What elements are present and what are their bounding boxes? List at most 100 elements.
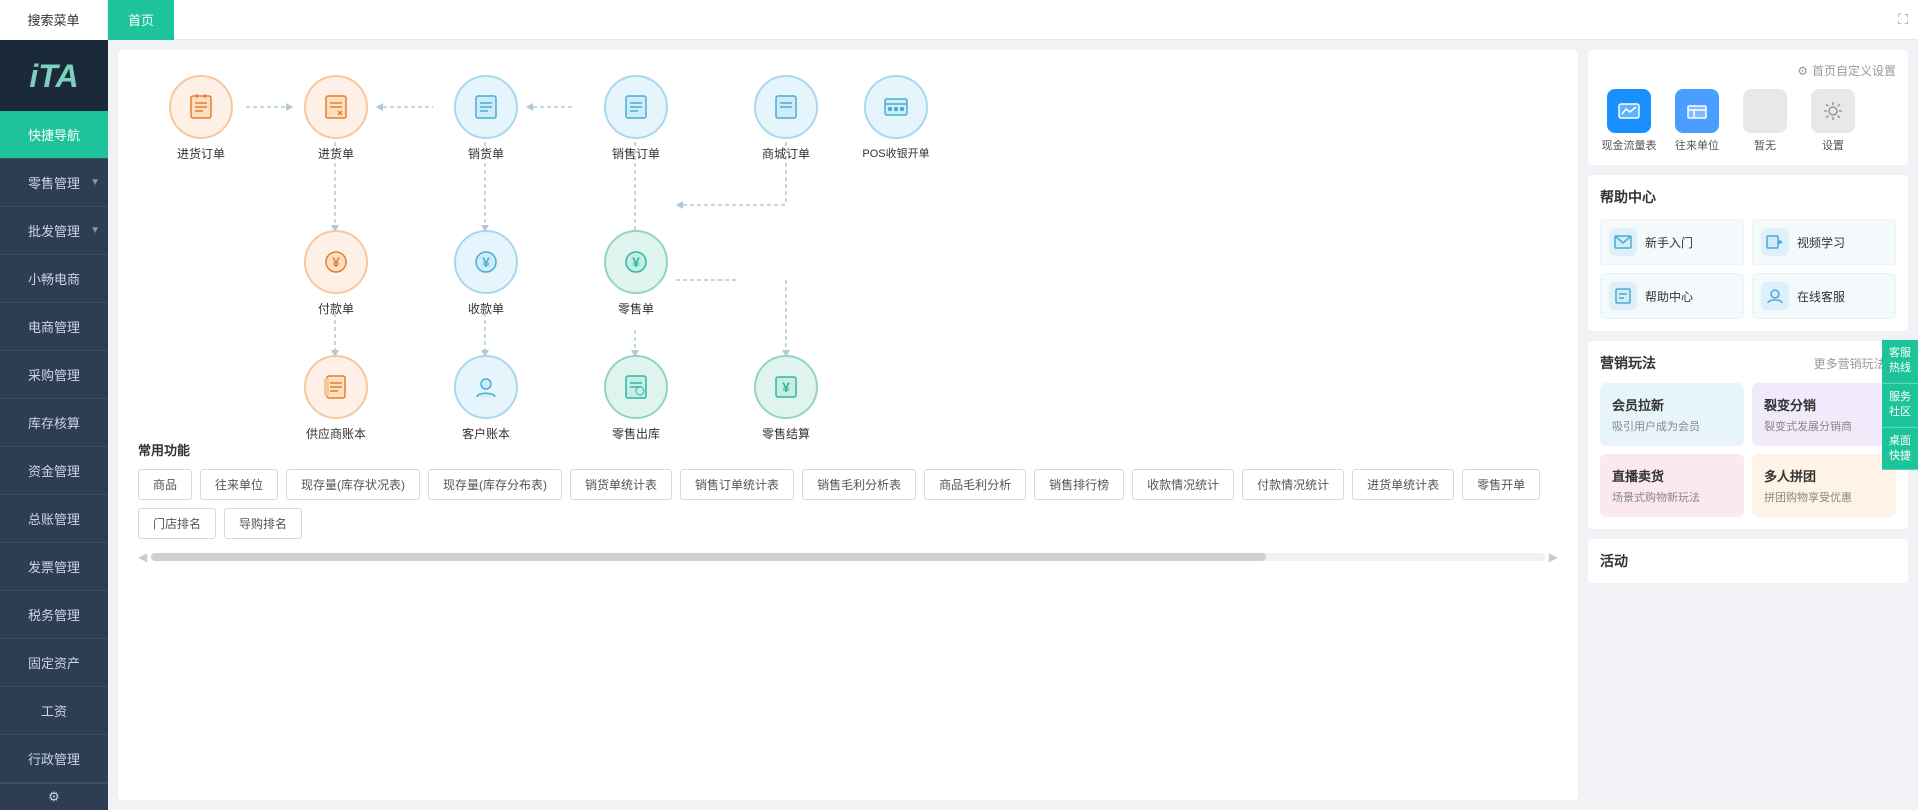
retail-out-icon [604,355,668,419]
gear-icon: ⚙ [1797,64,1808,78]
function-button[interactable]: 销货单统计表 [570,469,672,500]
scroll-track[interactable] [151,553,1545,561]
function-button[interactable]: 导购排名 [224,508,302,539]
activity-title: 活动 [1600,551,1896,571]
function-button[interactable]: 收款情况统计 [1132,469,1234,500]
help-icon-新手入门 [1609,228,1637,256]
sidebar-item-固定资产[interactable]: 固定资产 [0,639,108,687]
svg-text:¥: ¥ [332,254,340,270]
node-purchase-order[interactable]: 进货订单 [156,75,246,162]
sidebar-item-快捷导航[interactable]: 快捷导航 [0,111,108,159]
function-button[interactable]: 付款情况统计 [1242,469,1344,500]
settings-icon: ⚙ [48,789,60,805]
customer-account-label: 客户账本 [462,425,510,442]
sidebar-item-行政管理[interactable]: 行政管理 [0,735,108,783]
marketing-item-title: 裂变分销 [1764,395,1884,414]
sidebar-item-电商管理[interactable]: 电商管理 [0,303,108,351]
node-sales-bill[interactable]: 销货单 [441,75,531,162]
function-button[interactable]: 零售开单 [1462,469,1540,500]
scroll-right[interactable]: ▶ [1549,550,1558,564]
scroll-left[interactable]: ◀ [138,550,147,564]
function-button[interactable]: 商品 [138,469,192,500]
help-grid: 新手入门 视频学习帮助中心 在线客服 [1600,219,1896,319]
node-purchase-bill[interactable]: 进货单 [291,75,381,162]
purchase-bill-icon [304,75,368,139]
float-button-桌面 快捷[interactable]: 桌面 快捷 [1882,427,1918,470]
help-item-label: 新手入门 [1645,234,1693,251]
fullscreen-button[interactable]: ⛶ [1898,11,1908,28]
retail-bill-label: 零售单 [618,300,654,317]
node-sales-order[interactable]: 销售订单 [591,75,681,162]
supplier-account-label: 供应商账本 [306,425,366,442]
sidebar-item-工资[interactable]: 工资 [0,687,108,735]
function-button[interactable]: 往来单位 [200,469,278,500]
marketing-item-直播卖货[interactable]: 直播卖货场景式购物新玩法 [1600,454,1744,517]
purchase-order-icon [169,75,233,139]
quick-icon-往来单位[interactable]: 往来单位 [1668,89,1726,153]
top-bar: 搜索菜单 首页 ⛶ [0,0,1918,40]
quick-icon-symbol [1675,89,1719,133]
sidebar-item-总账管理[interactable]: 总账管理 [0,495,108,543]
node-retail-out[interactable]: 零售出库 [591,355,681,442]
sidebar-item-零售管理[interactable]: 零售管理▼ [0,159,108,207]
node-pos-cashier[interactable]: POS收银开单 [851,75,941,161]
help-center-title: 帮助中心 [1600,187,1896,207]
sidebar-logo: iTA [0,40,108,111]
quick-icon-设置[interactable]: 设置 [1804,89,1862,153]
float-button-服务 社区[interactable]: 服务 社区 [1882,384,1918,428]
function-button[interactable]: 门店排名 [138,508,216,539]
function-button[interactable]: 销售订单统计表 [680,469,794,500]
marketing-item-裂变分销[interactable]: 裂变分销裂变式发展分销商 [1752,383,1896,446]
node-retail-settle[interactable]: ¥ 零售结算 [741,355,831,442]
marketing-item-desc: 吸引用户成为会员 [1612,418,1732,434]
sidebar-item-库存核算[interactable]: 库存核算 [0,399,108,447]
sidebar-item-批发管理[interactable]: 批发管理▼ [0,207,108,255]
node-mall-order[interactable]: 商城订单 [741,75,831,162]
sidebar-item-采购管理[interactable]: 采购管理 [0,351,108,399]
search-menu-btn[interactable]: 搜索菜单 [0,0,108,40]
node-customer-account[interactable]: 客户账本 [441,355,531,442]
help-item-视频学习[interactable]: 视频学习 [1752,219,1896,265]
quick-icon-label: 现金流量表 [1602,137,1657,153]
function-button[interactable]: 进货单统计表 [1352,469,1454,500]
sidebar-settings[interactable]: ⚙ [0,783,108,810]
node-receipt[interactable]: ¥ 收款单 [441,230,531,317]
help-item-新手入门[interactable]: 新手入门 [1600,219,1744,265]
marketing-section: 营销玩法 更多营销玩法 > 会员拉新吸引用户成为会员裂变分销裂变式发展分销商直播… [1588,341,1908,529]
pos-cashier-label: POS收银开单 [862,145,929,161]
float-button-客服 热线[interactable]: 客服 热线 [1882,340,1918,384]
node-payment[interactable]: ¥ 付款单 [291,230,381,317]
retail-settle-icon: ¥ [754,355,818,419]
home-tab[interactable]: 首页 [108,0,174,40]
sidebar-item-小畅电商[interactable]: 小畅电商 [0,255,108,303]
sales-bill-icon [454,75,518,139]
help-icon-在线客服 [1761,282,1789,310]
flow-arrows [138,70,958,430]
help-item-label: 帮助中心 [1645,288,1693,305]
function-button[interactable]: 现存量(库存状况表) [286,469,420,500]
node-supplier-account[interactable]: 供应商账本 [291,355,381,442]
marketing-item-会员拉新[interactable]: 会员拉新吸引用户成为会员 [1600,383,1744,446]
svg-text:¥: ¥ [632,254,640,270]
function-button[interactable]: 商品毛利分析 [924,469,1026,500]
marketing-title: 营销玩法 [1600,353,1656,373]
content-area: 进货订单 进货单 销货单 [108,40,1918,810]
quick-icon-暂无[interactable]: 暂无 [1736,89,1794,153]
quick-icon-symbol [1607,89,1651,133]
chevron-icon: ▼ [90,225,100,236]
marketing-item-desc: 场景式购物新玩法 [1612,489,1732,505]
marketing-item-多人拼团[interactable]: 多人拼团拼团购物享受优惠 [1752,454,1896,517]
scroll-bar[interactable]: ◀ ▶ [138,549,1558,565]
sidebar-nav: 快捷导航零售管理▼批发管理▼小畅电商电商管理采购管理库存核算资金管理总账管理发票… [0,111,108,783]
function-button[interactable]: 销售排行榜 [1034,469,1124,500]
customize-header[interactable]: ⚙ 首页自定义设置 [1600,62,1896,79]
sidebar-item-税务管理[interactable]: 税务管理 [0,591,108,639]
quick-icon-现金流量表[interactable]: 现金流量表 [1600,89,1658,153]
node-retail-bill[interactable]: ¥ 零售单 [591,230,681,317]
sidebar-item-资金管理[interactable]: 资金管理 [0,447,108,495]
function-button[interactable]: 销售毛利分析表 [802,469,916,500]
function-button[interactable]: 现存量(库存分布表) [428,469,562,500]
help-item-在线客服[interactable]: 在线客服 [1752,273,1896,319]
help-item-帮助中心[interactable]: 帮助中心 [1600,273,1744,319]
sidebar-item-发票管理[interactable]: 发票管理 [0,543,108,591]
